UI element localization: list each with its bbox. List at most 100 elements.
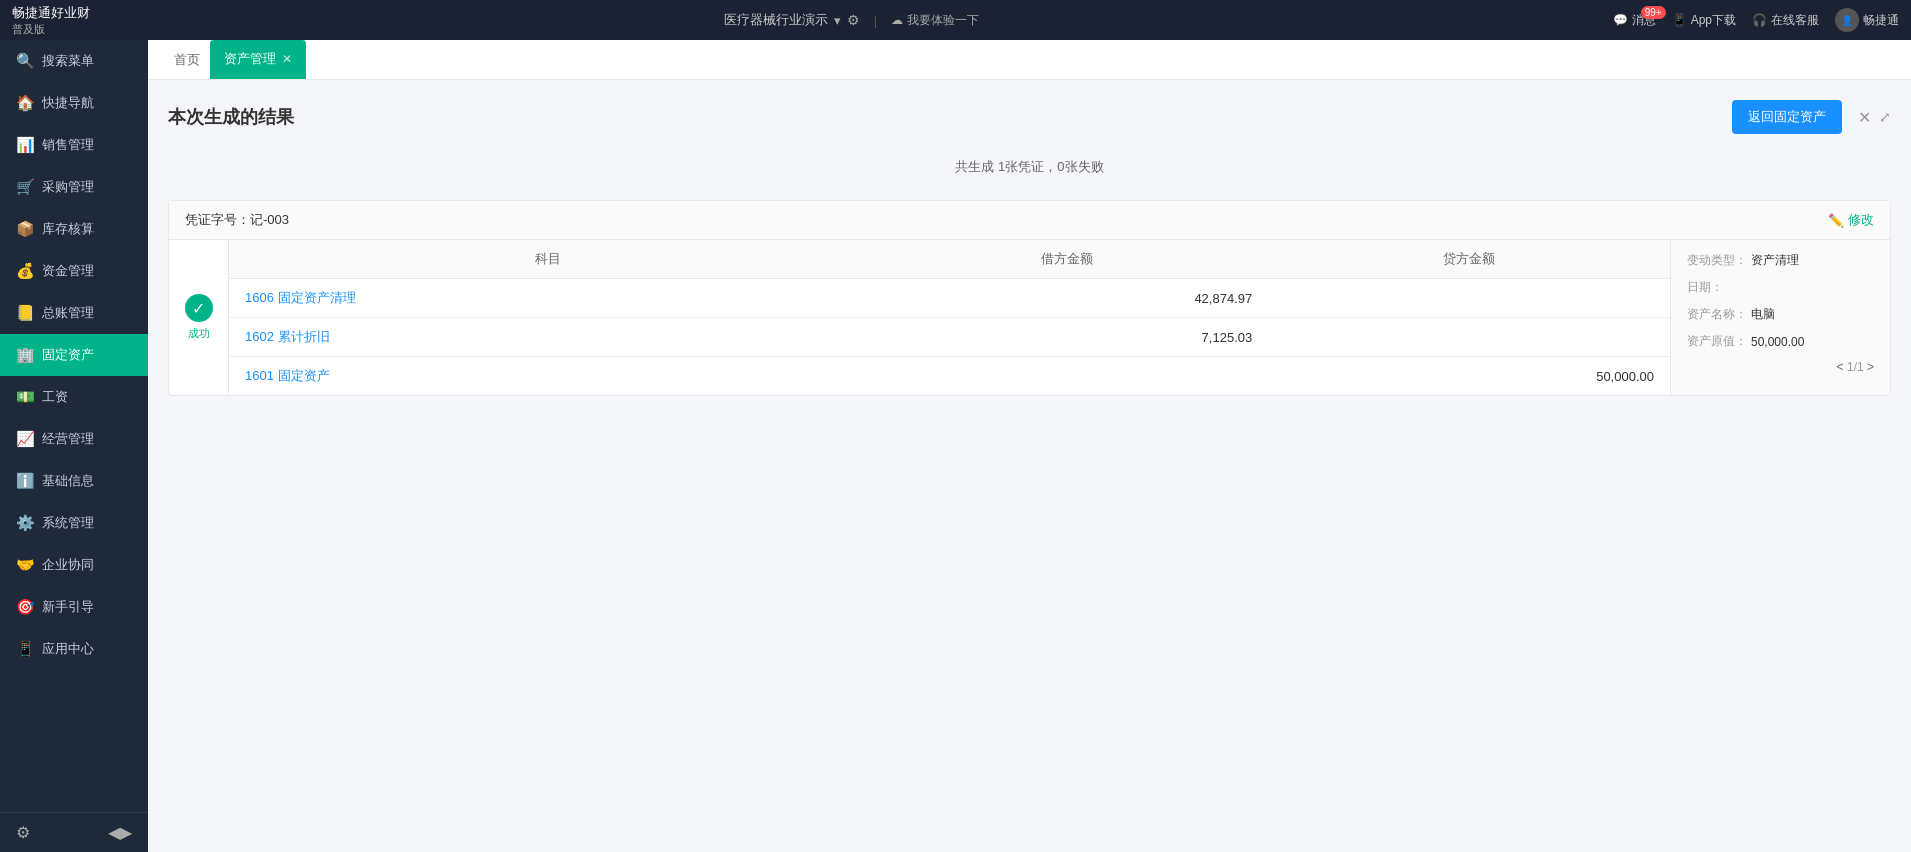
tab-bar: 首页 资产管理 ✕	[148, 40, 1911, 80]
col-header-subject: 科目	[229, 240, 866, 279]
topbar-center: 医疗器械行业演示 ▾ ⚙ | ☁ 我要体验一下	[724, 11, 979, 29]
sidebar-item-ledger[interactable]: 📒 总账管理	[0, 292, 148, 334]
date-label: 日期：	[1687, 279, 1723, 296]
success-icon: ✓	[185, 294, 213, 322]
asset-value-row: 资产原值： 50,000.00	[1687, 333, 1874, 350]
next-page-button[interactable]: >	[1867, 360, 1874, 374]
system-icon: ⚙️	[16, 514, 34, 532]
sidebar-item-fixed-assets[interactable]: 🏢 固定资产	[0, 334, 148, 376]
asset-name-label: 资产名称：	[1687, 306, 1747, 323]
pagination-info: 1/1	[1847, 360, 1867, 374]
side-panel: 变动类型： 资产清理 日期： 资产名称： 电脑 资产原值：	[1670, 240, 1890, 395]
asset-name-value: 电脑	[1751, 306, 1775, 323]
voucher-table: 科目 借方金额 贷方金额 1606 固定资产清理 42,874.97	[229, 240, 1670, 395]
col-header-debit: 借方金额	[866, 240, 1268, 279]
user-menu[interactable]: 👤 畅捷通	[1835, 8, 1899, 32]
sidebar-item-system[interactable]: ⚙️ 系统管理	[0, 502, 148, 544]
table-row: 1606 固定资产清理 42,874.97	[229, 279, 1670, 318]
avatar: 👤	[1835, 8, 1859, 32]
settings-bottom-icon[interactable]: ⚙	[16, 823, 30, 842]
topbar-right: 💬 消息 99+ 📱 App下载 🎧 在线客服 👤 畅捷通	[1613, 8, 1899, 32]
app-logo: 畅捷通好业财 普及版	[12, 4, 90, 37]
page-content: 本次生成的结果 返回固定资产 ✕ ⤢ 共生成 1张凭证，0张失败 凭证字号：记-…	[148, 80, 1911, 852]
edit-icon: ✏️	[1828, 213, 1844, 228]
table-row: 1601 固定资产 50,000.00	[229, 357, 1670, 396]
subject-cell-1: 1606 固定资产清理	[229, 279, 866, 318]
asset-value-value: 50,000.00	[1751, 335, 1804, 349]
credit-cell-1	[1268, 279, 1670, 318]
prev-page-button[interactable]: <	[1837, 360, 1844, 374]
sales-icon: 📊	[16, 136, 34, 154]
sidebar: 🔍 搜索菜单 🏠 快捷导航 📊 销售管理 🛒 采购管理 📦 库存核算 💰 资金管…	[0, 40, 148, 852]
download-icon: 📱	[1672, 13, 1687, 27]
experience-button[interactable]: ☁ 我要体验一下	[891, 12, 979, 29]
cloud-icon: ☁	[891, 13, 903, 27]
sidebar-item-inventory[interactable]: 📦 库存核算	[0, 208, 148, 250]
voucher-edit-button[interactable]: ✏️ 修改	[1828, 211, 1874, 229]
sidebar-item-enterprise[interactable]: 🤝 企业协同	[0, 544, 148, 586]
payroll-icon: 💵	[16, 388, 34, 406]
sidebar-item-app-center[interactable]: 📱 应用中心	[0, 628, 148, 670]
resize-panel-icon[interactable]: ⤢	[1879, 109, 1891, 125]
change-type-row: 变动类型： 资产清理	[1687, 252, 1874, 269]
enterprise-icon: 🤝	[16, 556, 34, 574]
debit-cell-2: 7,125.03	[866, 318, 1268, 357]
return-button[interactable]: 返回固定资产	[1732, 100, 1842, 134]
sidebar-item-funds[interactable]: 💰 资金管理	[0, 250, 148, 292]
collapse-icon[interactable]: ◀▶	[108, 823, 132, 842]
summary-info: 共生成 1张凭证，0张失败	[168, 150, 1891, 184]
success-label: 成功	[188, 326, 210, 341]
asset-name-row: 资产名称： 电脑	[1687, 306, 1874, 323]
tab-close-icon[interactable]: ✕	[282, 52, 292, 66]
fixed-assets-icon: 🏢	[16, 346, 34, 364]
sidebar-item-payroll[interactable]: 💵 工资	[0, 376, 148, 418]
tab-asset-management[interactable]: 资产管理 ✕	[210, 40, 306, 79]
messages-badge: 99+	[1641, 6, 1666, 19]
sidebar-item-quick-nav[interactable]: 🏠 快捷导航	[0, 82, 148, 124]
company-name: 医疗器械行业演示	[724, 11, 828, 29]
topbar: 畅捷通好业财 普及版 医疗器械行业演示 ▾ ⚙ | ☁ 我要体验一下 💬 消息 …	[0, 0, 1911, 40]
voucher-header: 凭证字号：记-003 ✏️ 修改	[169, 201, 1890, 240]
app-version: 普及版	[12, 22, 90, 37]
page-title-row: 本次生成的结果 返回固定资产 ✕ ⤢	[168, 100, 1891, 134]
home-icon: 🏠	[16, 94, 34, 112]
subject-cell-3: 1601 固定资产	[229, 357, 866, 396]
guide-icon: 🎯	[16, 598, 34, 616]
topbar-left: 畅捷通好业财 普及版	[12, 4, 90, 37]
tab-home[interactable]: 首页	[164, 51, 210, 69]
asset-value-label: 资产原值：	[1687, 333, 1747, 350]
close-panel-icon[interactable]: ✕	[1858, 108, 1871, 127]
voucher-body: ✓ 成功 科目 借方金额 贷方金额	[169, 240, 1890, 395]
message-icon: 💬	[1613, 13, 1628, 27]
voucher-table-container: 科目 借方金额 贷方金额 1606 固定资产清理 42,874.97	[229, 240, 1670, 395]
online-service-button[interactable]: 🎧 在线客服	[1752, 12, 1819, 29]
funds-icon: 💰	[16, 262, 34, 280]
credit-cell-3: 50,000.00	[1268, 357, 1670, 396]
debit-cell-3	[866, 357, 1268, 396]
sidebar-item-sales[interactable]: 📊 销售管理	[0, 124, 148, 166]
content-area: 首页 资产管理 ✕ 本次生成的结果 返回固定资产 ✕ ⤢ 共生成 1张凭证，0张…	[148, 40, 1911, 852]
app-download-button[interactable]: 📱 App下载	[1672, 12, 1736, 29]
basic-info-icon: ℹ️	[16, 472, 34, 490]
date-row: 日期：	[1687, 279, 1874, 296]
messages-button[interactable]: 💬 消息 99+	[1613, 12, 1656, 29]
change-type-value: 资产清理	[1751, 252, 1799, 269]
sidebar-item-search[interactable]: 🔍 搜索菜单	[0, 40, 148, 82]
pagination: < 1/1 >	[1687, 360, 1874, 374]
sidebar-item-basic-info[interactable]: ℹ️ 基础信息	[0, 460, 148, 502]
col-header-credit: 贷方金额	[1268, 240, 1670, 279]
sidebar-item-operations[interactable]: 📈 经营管理	[0, 418, 148, 460]
settings-icon[interactable]: ⚙	[847, 12, 860, 28]
company-dropdown-icon[interactable]: ▾	[834, 13, 841, 28]
operations-icon: 📈	[16, 430, 34, 448]
sidebar-item-purchase[interactable]: 🛒 采购管理	[0, 166, 148, 208]
search-icon: 🔍	[16, 52, 34, 70]
voucher-card: 凭证字号：记-003 ✏️ 修改 ✓ 成功	[168, 200, 1891, 396]
page-title: 本次生成的结果	[168, 105, 294, 129]
table-row: 1602 累计折旧 7,125.03	[229, 318, 1670, 357]
sidebar-bottom: ⚙ ◀▶	[0, 812, 148, 852]
voucher-number: 凭证字号：记-003	[185, 211, 289, 229]
credit-cell-2	[1268, 318, 1670, 357]
app-center-icon: 📱	[16, 640, 34, 658]
sidebar-item-guide[interactable]: 🎯 新手引导	[0, 586, 148, 628]
